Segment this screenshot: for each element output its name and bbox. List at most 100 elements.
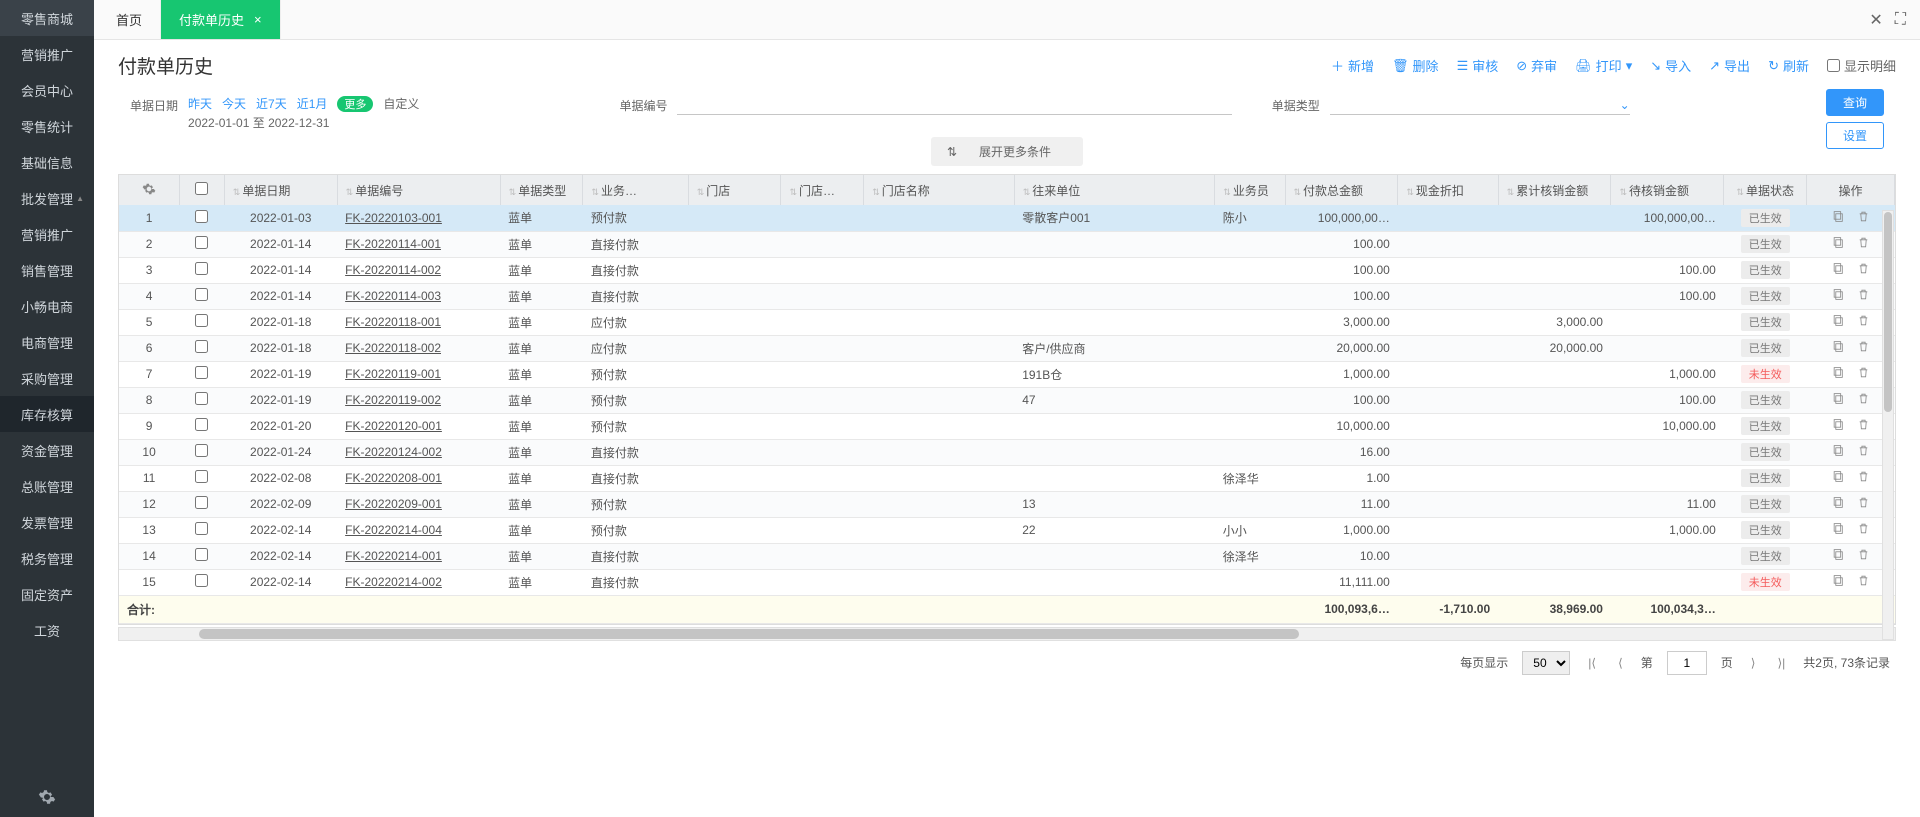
delete-icon[interactable] — [1857, 496, 1870, 509]
billno-link[interactable]: FK-20220120-001 — [345, 419, 442, 433]
row-checkbox[interactable] — [195, 262, 208, 275]
sidebar-item-11[interactable]: 库存核算 — [0, 396, 94, 432]
delete-icon[interactable] — [1857, 314, 1870, 327]
refresh-button[interactable]: ↻ 刷新 — [1768, 56, 1809, 75]
copy-icon[interactable] — [1832, 392, 1845, 405]
sidebar-item-2[interactable]: 会员中心 — [0, 72, 94, 108]
copy-icon[interactable] — [1832, 262, 1845, 275]
delete-icon[interactable] — [1857, 574, 1870, 587]
col-verify[interactable]: ⇅累计核销金额 — [1498, 175, 1611, 205]
sidebar-item-9[interactable]: 电商管理 — [0, 324, 94, 360]
delete-icon[interactable] — [1857, 236, 1870, 249]
billno-link[interactable]: FK-20220114-003 — [345, 289, 441, 303]
delete-icon[interactable] — [1857, 548, 1870, 561]
sidebar-item-4[interactable]: 基础信息 — [0, 144, 94, 180]
billtype-select[interactable]: ⌄ — [1330, 95, 1630, 115]
row-checkbox[interactable] — [195, 288, 208, 301]
row-checkbox[interactable] — [195, 444, 208, 457]
page-input[interactable] — [1667, 651, 1707, 675]
col-salesman[interactable]: ⇅业务员 — [1215, 175, 1285, 205]
sidebar-item-10[interactable]: 采购管理 — [0, 360, 94, 396]
table-row[interactable]: 132022-02-14FK-20220214-004蓝单预付款22小小1,00… — [119, 517, 1895, 543]
copy-icon[interactable] — [1832, 288, 1845, 301]
row-checkbox[interactable] — [195, 522, 208, 535]
settings-button[interactable]: 设置 — [1826, 122, 1884, 149]
delete-icon[interactable] — [1857, 392, 1870, 405]
discard-button[interactable]: ⊘ 弃审 — [1516, 56, 1557, 75]
first-page-icon[interactable]: |⟨ — [1584, 656, 1600, 670]
export-button[interactable]: ↗ 导出 — [1709, 56, 1750, 75]
billno-link[interactable]: FK-20220214-002 — [345, 575, 442, 589]
sidebar-item-5[interactable]: 批发管理 — [0, 180, 94, 216]
billno-link[interactable]: FK-20220118-001 — [345, 315, 441, 329]
billno-input[interactable] — [677, 95, 1231, 115]
billno-link[interactable]: FK-20220214-001 — [345, 549, 442, 563]
table-row[interactable]: 12022-01-03FK-20220103-001蓝单预付款零散客户001陈小… — [119, 205, 1895, 231]
table-row[interactable]: 62022-01-18FK-20220118-002蓝单应付款客户/供应商20,… — [119, 335, 1895, 361]
copy-icon[interactable] — [1832, 522, 1845, 535]
tab-0[interactable]: 首页 — [98, 0, 161, 39]
sidebar-item-7[interactable]: 销售管理 — [0, 252, 94, 288]
next-page-icon[interactable]: ⟩ — [1747, 656, 1760, 670]
sidebar-item-8[interactable]: 小畅电商 — [0, 288, 94, 324]
table-row[interactable]: 52022-01-18FK-20220118-001蓝单应付款3,000.003… — [119, 309, 1895, 335]
table-row[interactable]: 142022-02-14FK-20220214-001蓝单直接付款徐泽华10.0… — [119, 543, 1895, 569]
tab-close-icon[interactable]: × — [254, 12, 262, 27]
row-checkbox[interactable] — [195, 418, 208, 431]
row-checkbox[interactable] — [195, 392, 208, 405]
date-yesterday[interactable]: 昨天 — [188, 95, 212, 112]
table-row[interactable]: 102022-01-24FK-20220124-002蓝单直接付款16.00已生… — [119, 439, 1895, 465]
copy-icon[interactable] — [1832, 314, 1845, 327]
billno-link[interactable]: FK-20220209-001 — [345, 497, 442, 511]
delete-icon[interactable] — [1857, 444, 1870, 457]
copy-icon[interactable] — [1832, 444, 1845, 457]
row-checkbox[interactable] — [195, 340, 208, 353]
expand-more-button[interactable]: ⇅ 展开更多条件 — [931, 137, 1083, 166]
col-pending[interactable]: ⇅待核销金额 — [1611, 175, 1724, 205]
table-row[interactable]: 72022-01-19FK-20220119-001蓝单预付款191B仓1,00… — [119, 361, 1895, 387]
sidebar-item-1[interactable]: 营销推广 — [0, 36, 94, 72]
add-button[interactable]: ＋ 新增 — [1331, 56, 1374, 75]
col-date[interactable]: ⇅单据日期 — [224, 175, 337, 205]
last-page-icon[interactable]: ⟩| — [1773, 656, 1789, 670]
delete-icon[interactable] — [1857, 210, 1870, 223]
copy-icon[interactable] — [1832, 574, 1845, 587]
gear-icon[interactable] — [119, 175, 179, 205]
table-row[interactable]: 22022-01-14FK-20220114-001蓝单直接付款100.00已生… — [119, 231, 1895, 257]
table-row[interactable]: 112022-02-08FK-20220208-001蓝单直接付款徐泽华1.00… — [119, 465, 1895, 491]
table-row[interactable]: 82022-01-19FK-20220119-002蓝单预付款47100.001… — [119, 387, 1895, 413]
sidebar-item-6[interactable]: 营销推广 — [0, 216, 94, 252]
billno-link[interactable]: FK-20220118-002 — [345, 341, 441, 355]
sidebar-item-13[interactable]: 总账管理 — [0, 468, 94, 504]
delete-icon[interactable] — [1857, 522, 1870, 535]
fullscreen-icon[interactable]: ⛶ — [1895, 11, 1906, 29]
billno-link[interactable]: FK-20220103-001 — [345, 211, 442, 225]
date-lastmonth[interactable]: 近1月 — [297, 95, 328, 112]
table-row[interactable]: 32022-01-14FK-20220114-002蓝单直接付款100.0010… — [119, 257, 1895, 283]
row-checkbox[interactable] — [195, 366, 208, 379]
vertical-scrollbar[interactable] — [1882, 210, 1894, 640]
delete-button[interactable]: 🗑 删除 — [1392, 56, 1439, 75]
select-all-checkbox[interactable] — [179, 175, 224, 205]
sidebar-item-14[interactable]: 发票管理 — [0, 504, 94, 540]
date-today[interactable]: 今天 — [222, 95, 246, 112]
sidebar-item-3[interactable]: 零售统计 — [0, 108, 94, 144]
page-size-select[interactable]: 50 — [1522, 651, 1570, 675]
delete-icon[interactable] — [1857, 288, 1870, 301]
close-icon[interactable]: ✕ — [1869, 10, 1882, 30]
billno-link[interactable]: FK-20220114-001 — [345, 237, 441, 251]
row-checkbox[interactable] — [195, 574, 208, 587]
settings-icon[interactable] — [0, 777, 94, 817]
copy-icon[interactable] — [1832, 496, 1845, 509]
col-storename[interactable]: ⇅门店名称 — [864, 175, 1014, 205]
prev-page-icon[interactable]: ⟨ — [1614, 656, 1627, 670]
print-button[interactable]: 🖨 打印 ▾ — [1575, 56, 1632, 75]
horizontal-scrollbar[interactable] — [118, 627, 1896, 641]
copy-icon[interactable] — [1832, 236, 1845, 249]
billno-link[interactable]: FK-20220119-002 — [345, 393, 441, 407]
sidebar-item-0[interactable]: 零售商城 — [0, 0, 94, 36]
row-checkbox[interactable] — [195, 210, 208, 223]
row-checkbox[interactable] — [195, 548, 208, 561]
delete-icon[interactable] — [1857, 366, 1870, 379]
delete-icon[interactable] — [1857, 262, 1870, 275]
